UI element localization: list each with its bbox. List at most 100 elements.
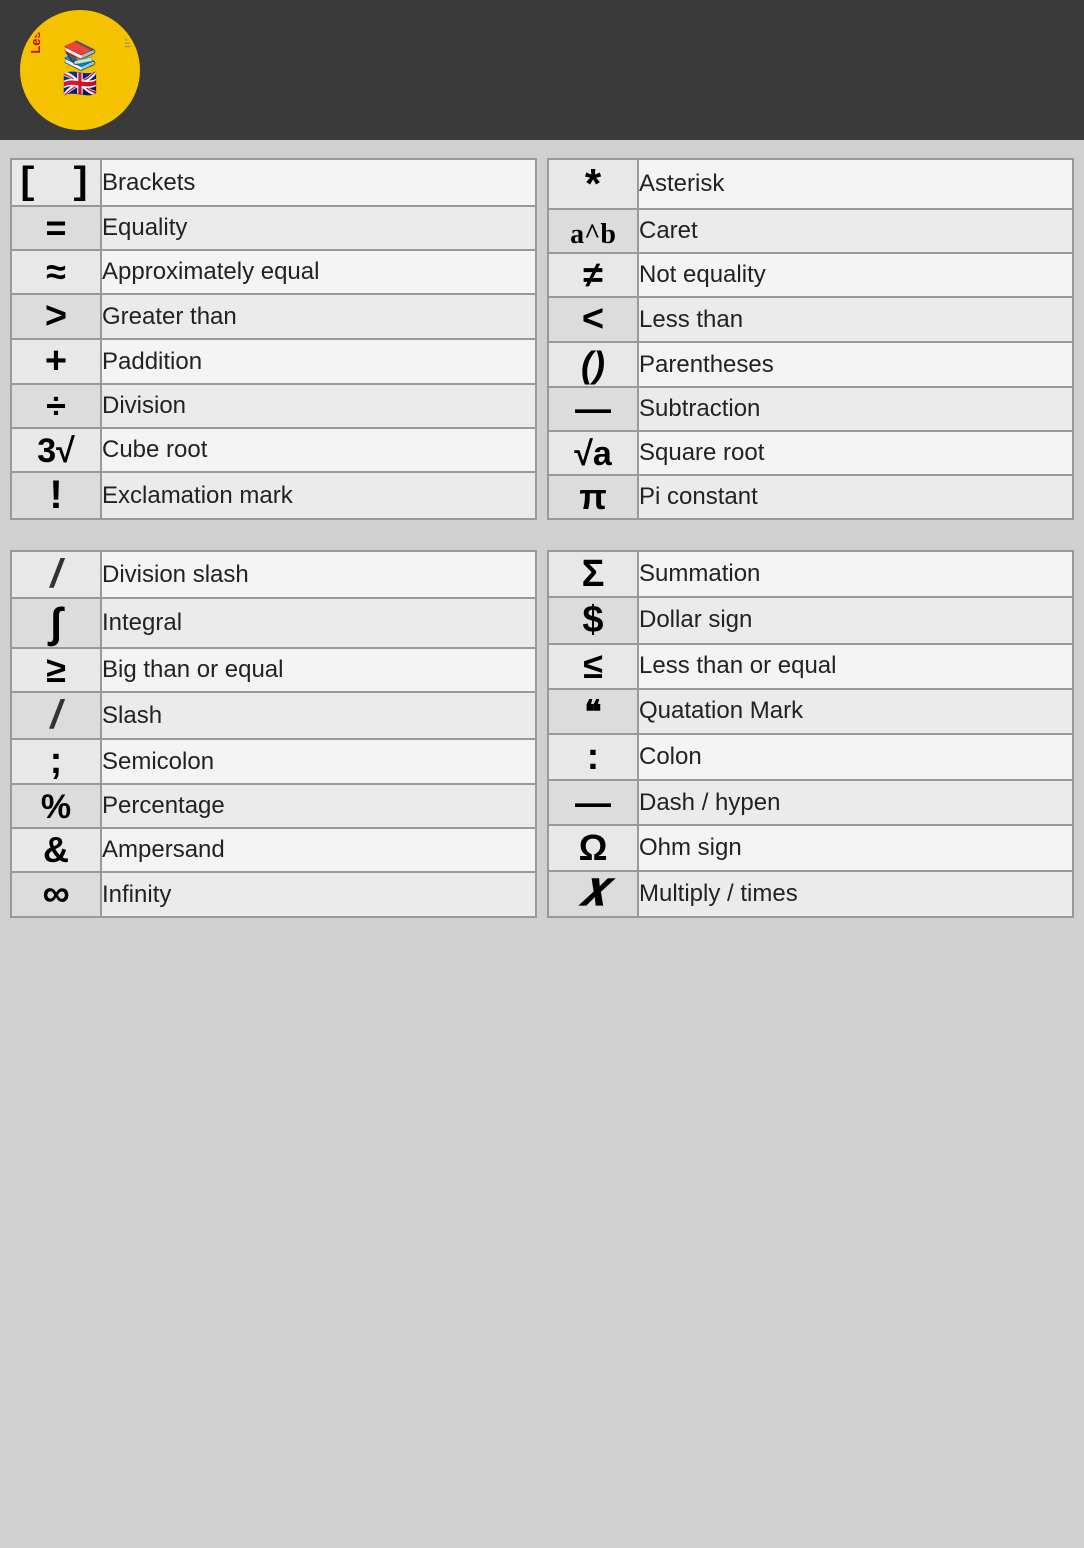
table-row: * Asterisk [548,159,1073,209]
symbol-name: Dash / hypen [638,780,1073,825]
logo-text-left: Less [28,24,43,54]
symbol-cell: ≥ [11,648,101,692]
symbol-name: Equality [101,206,536,250]
table-row: ;Semicolon [11,739,536,784]
symbol-name: Subtraction [638,387,1073,431]
symbol-name: Not equality [638,253,1073,297]
symbol-name: Percentage [101,784,536,828]
main-content: [ ]Brackets=Equality≈Approximately equal… [0,140,1084,952]
header: 📚 🇬🇧 Less .com [0,0,1084,140]
symbol-glyph: % [41,788,71,826]
symbol-cell: * [548,159,638,209]
symbol-glyph: > [45,295,67,337]
symbol-cell: $ [548,597,638,643]
section-divider [10,536,1074,550]
logo-flag-icon: 🇬🇧 [63,70,98,98]
symbol-cell: 𝑿 [548,871,638,917]
table-row: ≥Big than or equal [11,648,536,692]
symbol-glyph: < [582,298,604,340]
table-row: ()Parentheses [548,342,1073,386]
symbol-name: Brackets [101,159,536,206]
symbol-name: Less than [638,297,1073,342]
symbol-glyph: : [587,736,600,778]
symbol-glyph: / [50,552,61,596]
symbol-glyph: + [45,340,67,382]
table-row: ÷Division [11,384,536,428]
table-row: % Percentage [11,784,536,828]
logo: 📚 🇬🇧 Less .com [20,10,140,130]
symbol-cell: & [11,828,101,872]
symbol-cell: ! [11,472,101,519]
symbol-name: Quatation Mark [638,689,1073,734]
symbol-name: Colon [638,734,1073,780]
symbol-glyph: — [575,782,611,823]
symbol-name: Semicolon [101,739,536,784]
symbol-name: Division slash [101,551,536,598]
table-row: [ ]Brackets [11,159,536,206]
symbol-name: Big than or equal [101,648,536,692]
symbol-name: Approximately equal [101,250,536,294]
table-row: ∞ Infinity [11,872,536,917]
symbol-name: Integral [101,598,536,648]
symbol-name: Cube root [101,428,536,472]
symbol-cell: / [11,692,101,739]
table-row: — Dash / hypen [548,780,1073,825]
section1-right-table: *Asteriska^bCaret≠Not equality<Less than… [547,158,1074,520]
symbol-glyph: () [581,344,605,385]
symbol-name: Multiply / times [638,871,1073,917]
symbol-glyph: 𝑿 [579,872,606,913]
symbol-cell: [ ] [11,159,101,206]
symbol-cell: ; [11,739,101,784]
table-row: √aSquare root [548,431,1073,475]
symbol-cell: ÷ [11,384,101,428]
section2-tables: /Division slash∫Integral≥Big than or equ… [10,550,1074,918]
symbol-cell: Σ [548,551,638,597]
symbol-glyph: — [575,388,611,429]
symbol-name: Square root [638,431,1073,475]
symbol-cell: ❝ [548,689,638,734]
symbol-glyph: a^b [570,219,616,250]
symbol-cell: ≈ [11,250,101,294]
section2-left-table: /Division slash∫Integral≥Big than or equ… [10,550,537,918]
symbol-name: Paddition [101,339,536,384]
symbol-glyph: ❝ [584,694,601,730]
table-row: / Division slash [11,551,536,598]
symbol-cell: — [548,387,638,431]
table-row: < Less than [548,297,1073,342]
symbol-name: Ampersand [101,828,536,872]
symbol-cell: / [11,551,101,598]
symbol-glyph: ∞ [42,873,69,915]
symbol-cell: √a [548,431,638,475]
symbol-glyph: & [43,829,69,870]
symbol-name: Infinity [101,872,536,917]
symbol-glyph: ≠ [583,254,603,295]
logo-books-icon: 📚 [63,42,98,70]
symbol-name: Division [101,384,536,428]
symbol-name: Exclamation mark [101,472,536,519]
section1-tables: [ ]Brackets=Equality≈Approximately equal… [10,158,1074,520]
table-row: &Ampersand [11,828,536,872]
symbol-glyph: Ω [579,827,608,868]
table-row: $Dollar sign [548,597,1073,643]
symbol-glyph: ≤ [583,645,603,686]
symbol-glyph: 3√ [37,432,75,470]
symbol-glyph: * [585,160,601,207]
section2-right-table: ΣSummation$Dollar sign≤Less than or equa… [547,550,1074,918]
symbol-name: Greater than [101,294,536,339]
symbol-cell: ∞ [11,872,101,917]
symbol-name: Asterisk [638,159,1073,209]
table-row: — Subtraction [548,387,1073,431]
table-row: > Greater than [11,294,536,339]
symbol-name: Pi constant [638,475,1073,519]
symbol-glyph: = [45,207,66,248]
logo-text-right: .com [122,24,134,48]
symbol-glyph: / [50,693,61,737]
table-row: ΣSummation [548,551,1073,597]
symbol-cell: ≠ [548,253,638,297]
symbol-glyph: ≈ [46,251,66,292]
symbol-cell: : [548,734,638,780]
table-row: : Colon [548,734,1073,780]
symbol-cell: π [548,475,638,519]
symbol-name: Dollar sign [638,597,1073,643]
symbol-cell: ≤ [548,644,638,689]
